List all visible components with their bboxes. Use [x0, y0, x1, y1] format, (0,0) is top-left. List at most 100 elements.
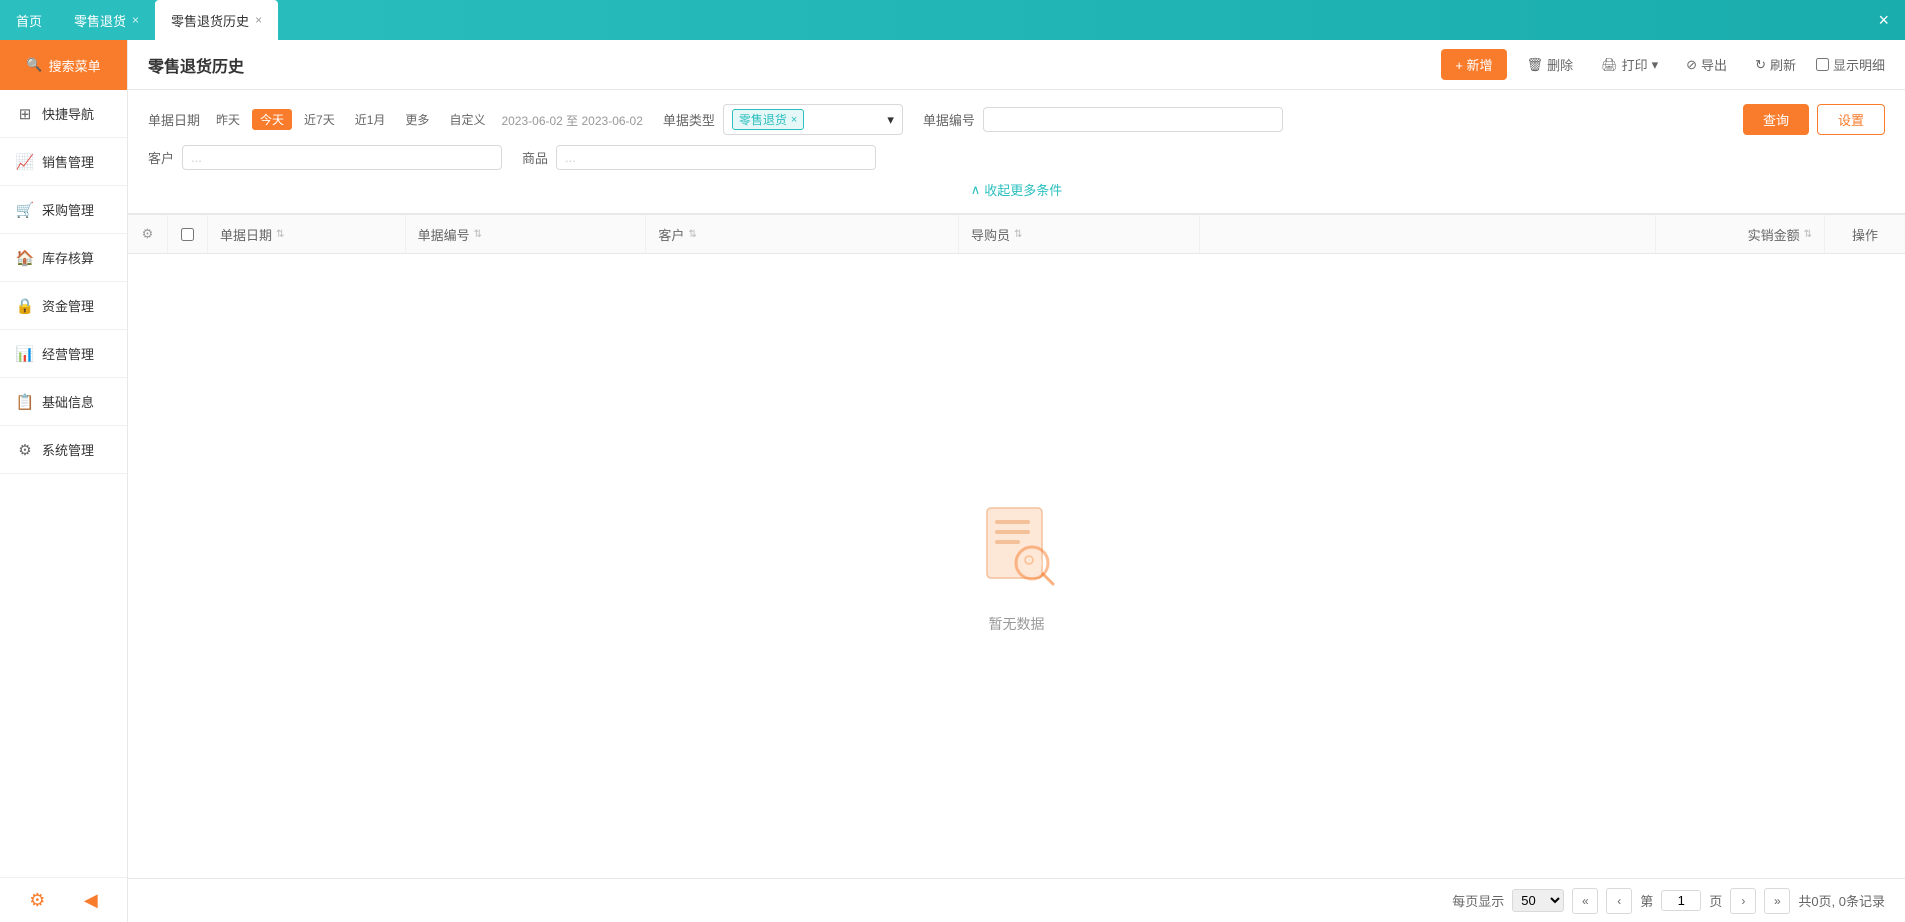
goods-filter-select[interactable]: ... — [556, 145, 876, 170]
date-btn-custom[interactable]: 自定义 — [441, 109, 493, 130]
sidebar-item-operation[interactable]: 📊 经营管理 — [0, 330, 127, 378]
last-page-button[interactable]: » — [1764, 888, 1790, 914]
print-dropdown-icon: ▾ — [1652, 57, 1659, 73]
per-page-select[interactable]: 50 10 20 100 — [1512, 889, 1564, 912]
export-button[interactable]: ⊘ 导出 — [1678, 51, 1735, 78]
main-layout: 🔍 搜索菜单 ⊞ 快捷导航 📈 销售管理 🛒 采购管理 🏠 库存核算 🔒 — [0, 40, 1905, 922]
purchase-icon: 🛒 — [16, 201, 34, 219]
th-customer-label: 客户 — [658, 225, 684, 244]
customer-filter-group: 客户 ... — [148, 145, 502, 170]
th-amount-sort-icon[interactable]: ⇅ — [1804, 229, 1812, 240]
sidebar-item-purchase-label: 采购管理 — [42, 200, 94, 219]
pagination: 每页显示 50 10 20 100 « ‹ 第 页 › » 共0页, 0条记录 — [128, 878, 1905, 922]
tab-home-label: 首页 — [16, 11, 42, 30]
th-date: 单据日期 ⇅ — [208, 215, 406, 253]
delete-icon: 🗑 — [1527, 57, 1544, 73]
date-filter-group: 单据日期 昨天 今天 近7天 近1月 更多 自定义 2023-06-02 至 2… — [148, 109, 643, 130]
sidebar-item-inventory-label: 库存核算 — [42, 248, 94, 267]
type-tag-close[interactable]: × — [791, 114, 797, 126]
customer-filter-select[interactable]: ... — [182, 145, 502, 170]
docno-filter-input[interactable] — [983, 107, 1283, 132]
sidebar-item-sales[interactable]: 📈 销售管理 — [0, 138, 127, 186]
th-date-sort-icon[interactable]: ⇅ — [276, 229, 284, 240]
refresh-label: 刷新 — [1770, 55, 1796, 74]
tab-retail-return-history-close[interactable]: × — [255, 13, 262, 27]
sales-icon: 📈 — [16, 153, 34, 171]
display-label: 显示明细 — [1833, 55, 1885, 74]
sidebar-item-quick-nav[interactable]: ⊞ 快捷导航 — [0, 90, 127, 138]
th-date-label: 单据日期 — [220, 225, 272, 244]
docno-filter-label: 单据编号 — [923, 110, 975, 129]
th-spacer — [1200, 215, 1656, 253]
refresh-button[interactable]: ↻ 刷新 — [1747, 51, 1804, 78]
query-button[interactable]: 查询 — [1743, 104, 1809, 135]
next-page-button[interactable]: › — [1730, 888, 1756, 914]
select-all-checkbox[interactable] — [181, 228, 194, 241]
date-buttons: 昨天 今天 近7天 近1月 更多 自定义 — [208, 109, 493, 130]
th-amount: 实销金额 ⇅ — [1656, 215, 1825, 253]
th-no-sort-icon[interactable]: ⇅ — [474, 229, 482, 240]
tab-retail-return-close[interactable]: × — [132, 13, 139, 27]
delete-label: 删除 — [1547, 55, 1573, 74]
table-area: ⚙ 单据日期 ⇅ 单据编号 ⇅ 客户 ⇅ 导购员 — [128, 214, 1905, 878]
date-btn-1month[interactable]: 近1月 — [347, 109, 394, 130]
sidebar-item-inventory[interactable]: 🏠 库存核算 — [0, 234, 127, 282]
print-button[interactable]: 🖨 打印 ▾ — [1593, 51, 1666, 78]
toolbar: + 新增 🗑 删除 🖨 打印 ▾ ⊘ 导出 ↻ 刷新 — [1441, 49, 1885, 80]
th-no-label: 单据编号 — [418, 225, 470, 244]
sidebar-bottom: ⚙ ◀ — [0, 877, 127, 922]
table-settings-icon[interactable]: ⚙ — [142, 226, 154, 242]
finance-icon: 🔒 — [16, 297, 34, 315]
prev-page-button[interactable]: ‹ — [1606, 888, 1632, 914]
goods-filter-label: 商品 — [522, 148, 548, 167]
sidebar-nav: ⊞ 快捷导航 📈 销售管理 🛒 采购管理 🏠 库存核算 🔒 资金管理 📊 — [0, 90, 127, 877]
empty-text: 暂无数据 — [989, 614, 1045, 634]
collapse-chevron-icon: ∧ — [971, 182, 981, 198]
date-btn-today[interactable]: 今天 — [252, 109, 292, 130]
sidebar-item-purchase[interactable]: 🛒 采购管理 — [0, 186, 127, 234]
tab-retail-return-history-label: 零售退货历史 — [171, 11, 249, 30]
th-customer-sort-icon[interactable]: ⇅ — [688, 229, 696, 240]
sidebar-search[interactable]: 🔍 搜索菜单 — [0, 40, 127, 90]
date-btn-yesterday[interactable]: 昨天 — [208, 109, 248, 130]
empty-icon — [967, 498, 1067, 598]
sidebar-item-system[interactable]: ⚙ 系统管理 — [0, 426, 127, 474]
add-button[interactable]: + 新增 — [1441, 49, 1506, 80]
search-icon: 🔍 — [26, 57, 42, 73]
sidebar-item-basic-info[interactable]: 📋 基础信息 — [0, 378, 127, 426]
display-toggle[interactable]: 显示明细 — [1816, 55, 1885, 74]
page-header: 零售退货历史 + 新增 🗑 删除 🖨 打印 ▾ ⊘ 导出 ↻ — [128, 40, 1905, 90]
first-page-button[interactable]: « — [1572, 888, 1598, 914]
date-btn-more[interactable]: 更多 — [397, 109, 437, 130]
th-check[interactable] — [168, 215, 208, 253]
window-close-button[interactable]: × — [1862, 10, 1905, 31]
sidebar-item-quick-nav-label: 快捷导航 — [42, 104, 94, 123]
tab-home[interactable]: 首页 — [0, 0, 58, 40]
settings-bottom-icon[interactable]: ⚙ — [29, 890, 45, 911]
settings-button[interactable]: 设置 — [1817, 104, 1885, 135]
display-checkbox[interactable] — [1816, 58, 1829, 71]
th-customer: 客户 ⇅ — [646, 215, 959, 253]
th-action-label: 操作 — [1852, 225, 1878, 244]
filter-row-2: 客户 ... 商品 ... — [148, 145, 1885, 170]
type-filter-group: 单据类型 零售退货 × ▾ — [663, 104, 903, 135]
delete-button[interactable]: 🗑 删除 — [1519, 51, 1582, 78]
th-guide: 导购员 ⇅ — [959, 215, 1200, 253]
date-btn-7days[interactable]: 近7天 — [296, 109, 343, 130]
th-guide-sort-icon[interactable]: ⇅ — [1014, 229, 1022, 240]
th-no: 单据编号 ⇅ — [406, 215, 647, 253]
collapse-button[interactable]: ∧ 收起更多条件 — [971, 180, 1063, 199]
sidebar-item-basic-info-label: 基础信息 — [42, 392, 94, 411]
export-icon: ⊘ — [1686, 57, 1697, 73]
th-settings[interactable]: ⚙ — [128, 215, 168, 253]
page-input[interactable] — [1661, 890, 1701, 911]
tab-retail-return[interactable]: 零售退货 × — [58, 0, 155, 40]
action-buttons: 查询 设置 — [1743, 104, 1885, 135]
collapse-label: 收起更多条件 — [984, 180, 1062, 199]
type-filter-select[interactable]: 零售退货 × ▾ — [723, 104, 903, 135]
filter-section: 单据日期 昨天 今天 近7天 近1月 更多 自定义 2023-06-02 至 2… — [128, 90, 1905, 214]
sidebar-item-finance[interactable]: 🔒 资金管理 — [0, 282, 127, 330]
date-range-display: 2023-06-02 至 2023-06-02 — [501, 112, 642, 129]
tab-retail-return-history[interactable]: 零售退货历史 × — [155, 0, 278, 40]
collapse-sidebar-icon[interactable]: ◀ — [84, 890, 98, 911]
